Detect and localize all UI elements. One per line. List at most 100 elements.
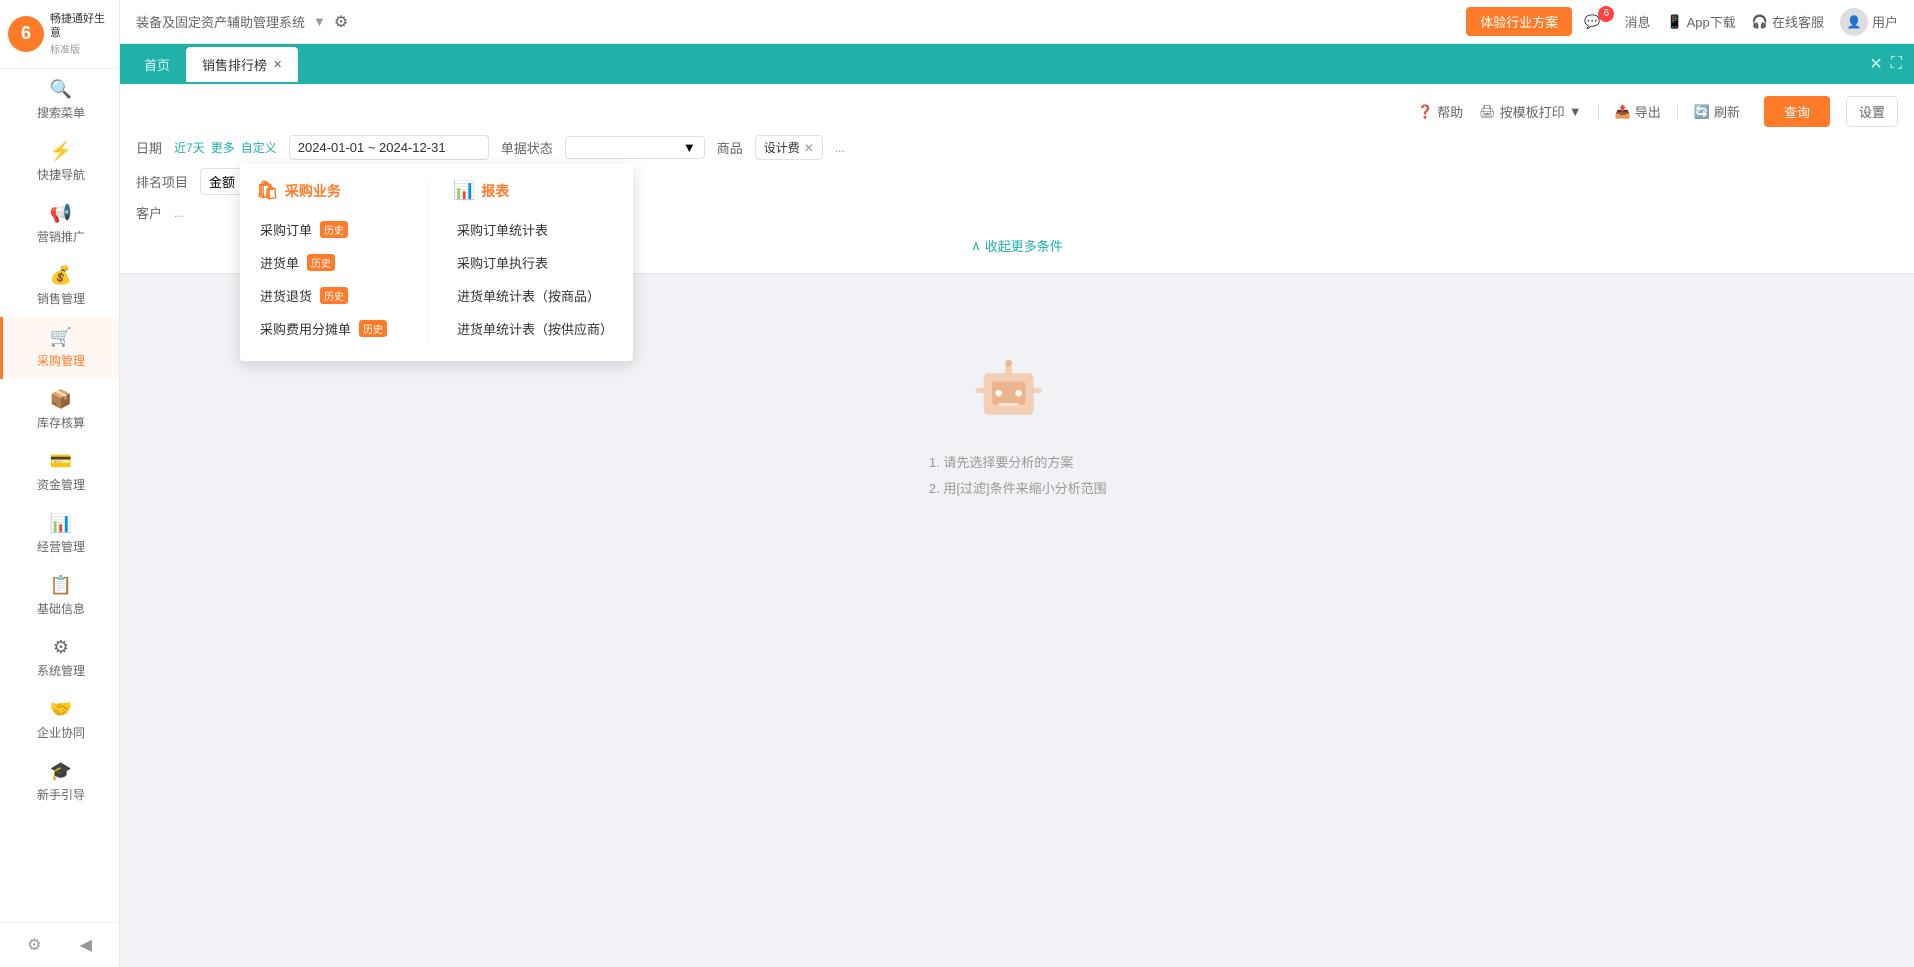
tab-bar-expand-icon[interactable]: ⛶: [1887, 51, 1906, 77]
setting-button[interactable]: 设置: [1846, 96, 1898, 127]
goods-label: 商品: [717, 138, 743, 157]
collapse-up-icon: ∧: [971, 238, 981, 254]
app-download-label: App下载: [1687, 12, 1736, 31]
dropdown-chevron-icon[interactable]: ▼: [313, 14, 326, 29]
message-action[interactable]: 💬 6 消息: [1584, 12, 1650, 31]
sidebar-item-inventory[interactable]: 📦库存核算: [0, 379, 119, 441]
export-button[interactable]: 📤 导出: [1615, 102, 1661, 121]
enterprise-icon: 🤝: [50, 699, 72, 720]
print-dropdown-icon[interactable]: ▼: [1569, 104, 1582, 119]
sidebar-item-operation[interactable]: 📊经营管理: [0, 503, 119, 565]
empty-tip-2: 用[过滤]条件来缩小分析范围: [943, 476, 1106, 502]
sidebar-item-quick[interactable]: ⚡快捷导航: [0, 131, 119, 193]
purchase-expense-label: 采购费用分摊单: [260, 319, 351, 338]
sidebar-item-capital[interactable]: 💳资金管理: [0, 441, 119, 503]
filter-row-1: 日期 近7天 更多 自定义 单据状态 ▼ 商品 设计费: [136, 135, 1898, 160]
settings-footer-button[interactable]: ⚙: [23, 931, 45, 959]
header-actions: 💬 6 消息 📱 App下载 🎧 在线客服 👤 用户: [1584, 8, 1898, 36]
sidebar-item-basic[interactable]: 📋 基础信息: [0, 565, 119, 627]
help-label: 帮助: [1437, 102, 1463, 121]
system-title-text: 装备及固定资产辅助管理系统: [136, 12, 305, 31]
report-4-label: 进货单统计表（按供应商）: [457, 319, 613, 338]
app-download-action[interactable]: 📱 App下载: [1666, 12, 1735, 31]
sidebar-item-purchase[interactable]: 🛒采购管理: [0, 317, 119, 379]
report-section-label: 报表: [481, 181, 509, 201]
tab-sales-rank[interactable]: 销售排行榜 ✕: [186, 47, 298, 82]
history-badge-3: 历史: [320, 287, 348, 304]
dropdown-purchase-order[interactable]: 采购订单 历史: [256, 213, 396, 246]
dropdown-goods-receipt[interactable]: 进货单 历史: [256, 246, 396, 279]
goods-tag-close-icon[interactable]: ✕: [804, 141, 814, 155]
sidebar-item-guide[interactable]: 🎓 新手引导: [0, 751, 119, 813]
sidebar-footer: ⚙ ◀: [0, 922, 119, 967]
dropdown-report-title: 📊 报表: [453, 180, 617, 201]
report-3-label: 进货单统计表（按商品）: [457, 286, 600, 305]
dropdown-purchase-section: 🛍 采购业务 采购订单 历史 进货单 历史 进货退货 历史: [256, 180, 396, 345]
date-label: 日期: [136, 138, 162, 157]
sidebar-item-marketing[interactable]: 📢营销推广: [0, 193, 119, 255]
guide-icon: 🎓: [50, 761, 72, 782]
query-button[interactable]: 查询: [1764, 96, 1830, 127]
sidebar-item-label-marketing: 营销推广: [37, 228, 85, 245]
export-icon: 📤: [1615, 104, 1631, 120]
date-preset-7days[interactable]: 近7天: [174, 139, 205, 156]
help-button[interactable]: ❓ 帮助: [1417, 102, 1463, 121]
tab-home-label: 首页: [144, 55, 170, 74]
sidebar-item-search[interactable]: 🔍搜索菜单: [0, 69, 119, 131]
refresh-button[interactable]: 🔄 刷新: [1694, 102, 1740, 121]
sidebar-item-label-search: 搜索菜单: [37, 104, 85, 121]
order-status-select[interactable]: ▼: [565, 136, 705, 159]
dropdown-report-section: 📊 报表 采购订单统计表 采购订单执行表 进货单统计表（按商品） 进货单统计表（…: [428, 180, 617, 345]
purchase-order-label: 采购订单: [260, 220, 312, 239]
tab-bar-close-icon[interactable]: ✕: [1865, 50, 1886, 78]
date-preset-custom[interactable]: 自定义: [241, 139, 277, 156]
sidebar-item-label-enterprise: 企业协同: [37, 724, 85, 741]
sidebar-item-label-guide: 新手引导: [37, 786, 85, 803]
empty-icon: [967, 354, 1067, 434]
tab-close-icon[interactable]: ✕: [273, 58, 282, 71]
toolbar-right: ❓ 帮助 🖨 按模板打印 ▼ 📤 导出 🔄: [136, 96, 1898, 127]
dropdown-menu: 🛍 采购业务 采购订单 历史 进货单 历史 进货退货 历史: [240, 164, 633, 361]
tab-bar: 首页 销售排行榜 ✕ ✕ ⛶: [120, 44, 1914, 84]
user-action[interactable]: 👤 用户: [1840, 8, 1898, 36]
customer-more[interactable]: ...: [174, 206, 184, 220]
dropdown-report-4[interactable]: 进货单统计表（按供应商）: [453, 312, 617, 345]
print-button[interactable]: 🖨 按模板打印 ▼: [1479, 102, 1581, 121]
date-preset-more[interactable]: 更多: [211, 139, 235, 156]
help-icon: ❓: [1417, 104, 1433, 120]
online-service-label: 在线客服: [1772, 12, 1824, 31]
dropdown-goods-return[interactable]: 进货退货 历史: [256, 279, 396, 312]
avatar: 👤: [1840, 8, 1868, 36]
report-1-label: 采购订单统计表: [457, 220, 548, 239]
dropdown-purchase-expense[interactable]: 采购费用分摊单 历史: [256, 312, 396, 345]
collapse-sidebar-button[interactable]: ◀: [76, 931, 96, 959]
date-input[interactable]: [289, 135, 489, 160]
purchase-section-label: 采购业务: [285, 181, 341, 201]
user-label: 用户: [1872, 12, 1898, 31]
order-status-dropdown-icon: ▼: [683, 140, 696, 155]
sidebar-item-system[interactable]: ⚙系统管理: [0, 627, 119, 689]
dropdown-report-1[interactable]: 采购订单统计表: [453, 213, 617, 246]
empty-tips: 请先选择要分析的方案 用[过滤]条件来缩小分析范围: [927, 450, 1106, 502]
print-icon: 🖨: [1479, 104, 1496, 120]
system-title: 装备及固定资产辅助管理系统 ▼ ⚙: [136, 12, 1454, 32]
tab-home[interactable]: 首页: [128, 47, 186, 82]
sidebar-item-sales[interactable]: 💰销售管理: [0, 255, 119, 317]
empty-tip-1: 请先选择要分析的方案: [943, 450, 1106, 476]
gear-icon[interactable]: ⚙: [334, 12, 348, 32]
sidebar-item-enterprise[interactable]: 🤝 企业协同: [0, 689, 119, 751]
online-service-action[interactable]: 🎧 在线客服: [1752, 12, 1824, 31]
dropdown-report-3[interactable]: 进货单统计表（按商品）: [453, 279, 617, 312]
dropdown-report-2[interactable]: 采购订单执行表: [453, 246, 617, 279]
sidebar-item-label-basic: 基础信息: [37, 600, 85, 617]
sidebar-item-label-capital: 资金管理: [37, 476, 85, 493]
basic-icon: 📋: [50, 575, 72, 596]
sidebar-nav: 🔍搜索菜单⚡快捷导航📢营销推广💰销售管理🛒采购管理📦库存核算💳资金管理📊经营管理…: [0, 69, 119, 922]
sidebar: 6 畅捷通好生意 标准版 🔍搜索菜单⚡快捷导航📢营销推广💰销售管理🛒采购管理📦库…: [0, 0, 120, 967]
goods-more[interactable]: ...: [835, 141, 845, 155]
goods-tag: 设计费 ✕: [755, 135, 823, 160]
toolbar-divider2: [1677, 104, 1678, 120]
industry-solution-button[interactable]: 体验行业方案: [1466, 7, 1572, 36]
tab-sales-rank-label: 销售排行榜: [202, 55, 267, 74]
history-badge-2: 历史: [307, 254, 335, 271]
